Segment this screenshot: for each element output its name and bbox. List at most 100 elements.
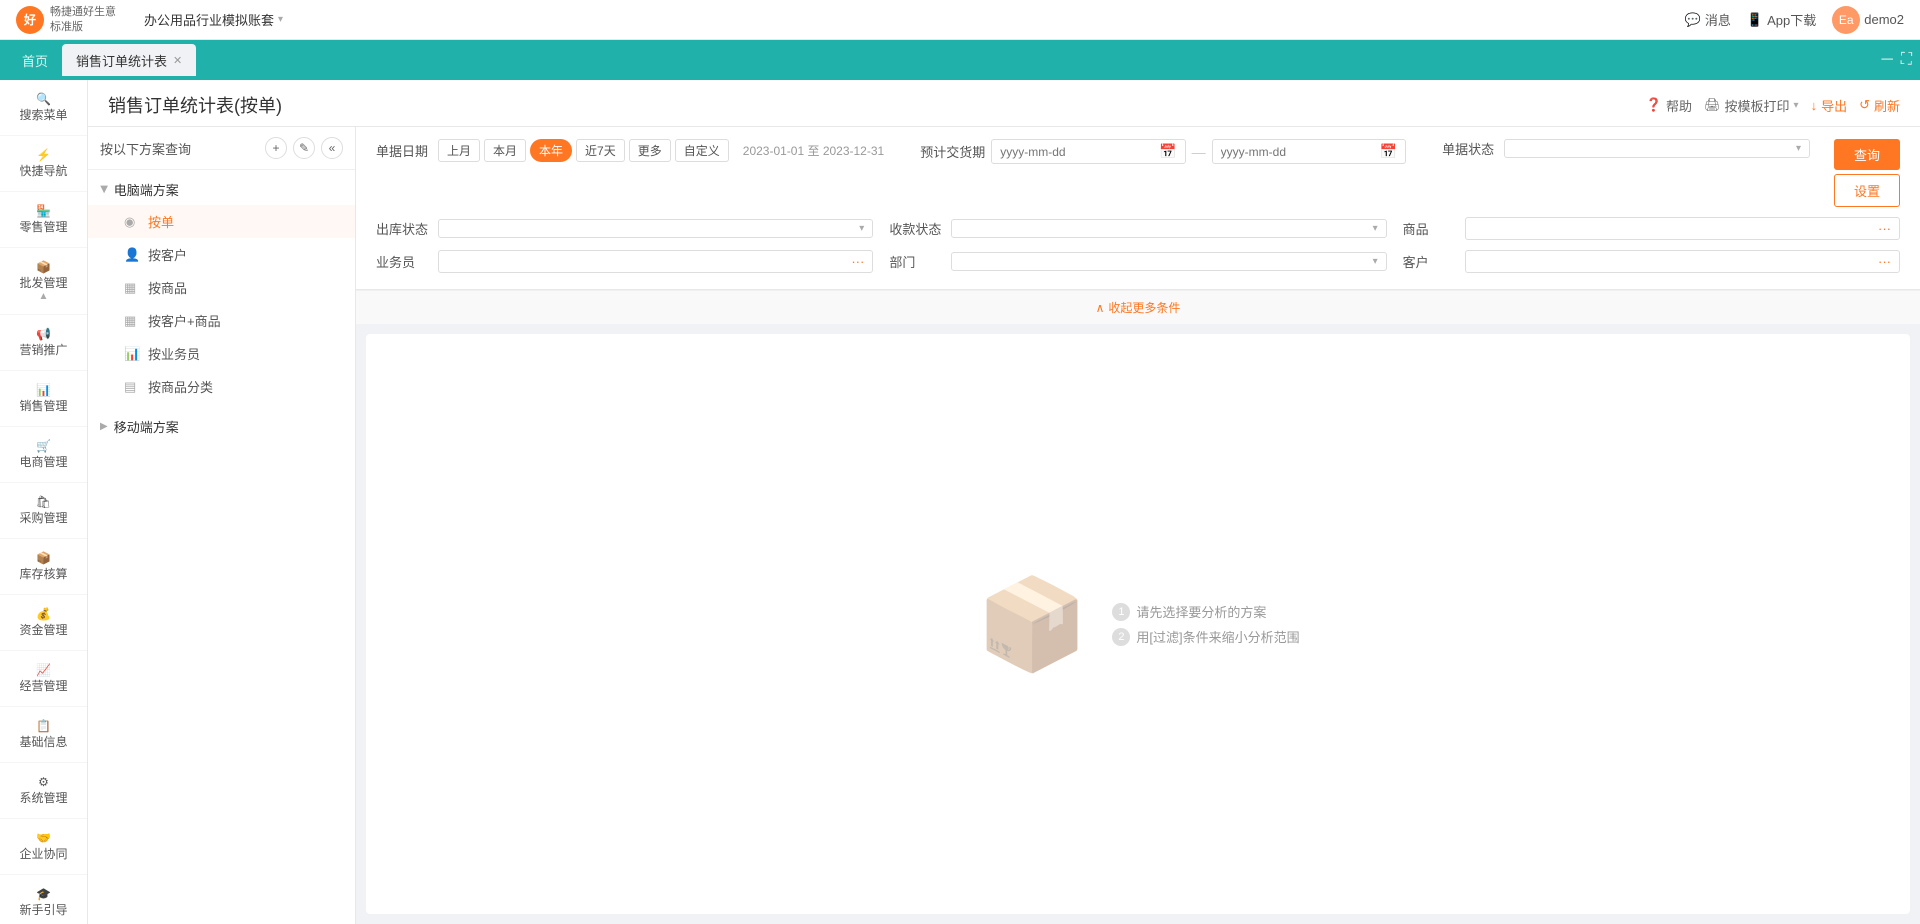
- empty-tip-2: 2 用[过滤]条件来缩小分析范围: [1112, 627, 1299, 646]
- sidebar-item-operations[interactable]: 📈 经营管理: [0, 651, 87, 707]
- goods-label: 商品: [1403, 219, 1459, 238]
- wholesale-arrow-icon: ▲: [4, 291, 83, 302]
- scheme-item-bycategory-icon: ▤: [124, 379, 140, 395]
- scheme-item-by-customer-goods[interactable]: ▦ 按客户+商品: [88, 304, 355, 337]
- app-download-action[interactable]: 📱 App下载: [1747, 10, 1816, 29]
- message-action[interactable]: 💬 消息: [1685, 10, 1731, 29]
- customer-select[interactable]: ···: [1465, 250, 1900, 273]
- help-action[interactable]: ❓ 帮助: [1646, 96, 1692, 115]
- tab-close-icon[interactable]: ✕: [173, 54, 182, 67]
- delivery-date-to-wrapper[interactable]: 📅: [1212, 139, 1406, 164]
- setting-button[interactable]: 设置: [1834, 174, 1900, 207]
- sidebar-item-marketing[interactable]: 📢 营销推广: [0, 315, 87, 371]
- sidebar-item-collab[interactable]: 🤝 企业协同: [0, 819, 87, 875]
- logo-text: 畅捷通好生意 标准版: [50, 5, 116, 34]
- date-btn-7days[interactable]: 近7天: [576, 139, 625, 162]
- export-action[interactable]: ↓ 导出: [1811, 96, 1848, 115]
- scheme-item-by-order[interactable]: ◉ 按单: [88, 205, 355, 238]
- filter-area: 单据日期 上月 本月 本年 近7天 更多 自定义 2023-01-01 至 20…: [356, 127, 1920, 290]
- tab-sales-order[interactable]: 销售订单统计表 ✕: [62, 44, 196, 76]
- date-divider: —: [1192, 144, 1206, 160]
- sidebar-item-ecommerce[interactable]: 🛒 电商管理: [0, 427, 87, 483]
- collapse-bar[interactable]: ∧ 收起更多条件: [356, 290, 1920, 324]
- sidebar-item-system[interactable]: ⚙ 系统管理: [0, 763, 87, 819]
- tab-minimize-icon[interactable]: ─: [1881, 51, 1892, 69]
- delivery-date-from-input[interactable]: [1000, 145, 1155, 159]
- query-button[interactable]: 查询: [1834, 139, 1900, 170]
- scheme-item-by-category[interactable]: ▤ 按商品分类: [88, 370, 355, 403]
- date-btn-more[interactable]: 更多: [629, 139, 671, 162]
- sidebar-item-search[interactable]: 🔍 搜索菜单: [0, 80, 87, 136]
- guide-icon: 🎓: [4, 887, 83, 901]
- delivery-status-select[interactable]: ▾: [438, 219, 873, 238]
- scheme-collapse-button[interactable]: «: [321, 137, 343, 159]
- salesman-select[interactable]: ···: [438, 250, 873, 273]
- date-btn-thisyear[interactable]: 本年: [530, 139, 572, 162]
- goods-select[interactable]: ···: [1465, 217, 1900, 240]
- section-expand-icon: ▶: [98, 186, 109, 194]
- sales-icon: 📊: [4, 383, 83, 397]
- scheme-section-mobile-header[interactable]: ▶ 移动端方案: [88, 411, 355, 442]
- delivery-date-from-calendar-icon[interactable]: 📅: [1159, 143, 1176, 160]
- logo-area: 好 畅捷通好生意 标准版: [16, 5, 116, 34]
- tip-num-2: 2: [1112, 628, 1130, 646]
- delivery-date-to-calendar-icon[interactable]: 📅: [1380, 143, 1397, 160]
- delivery-date-from-wrapper[interactable]: 📅: [991, 139, 1185, 164]
- sidebar-item-finance[interactable]: 💰 资金管理: [0, 595, 87, 651]
- ecommerce-icon: 🛒: [4, 439, 83, 453]
- scheme-edit-button[interactable]: ✎: [293, 137, 315, 159]
- basic-icon: 📋: [4, 719, 83, 733]
- sidebar-item-inventory[interactable]: 📦 库存核算: [0, 539, 87, 595]
- print-icon: 🖨: [1704, 97, 1721, 113]
- customer-more-icon[interactable]: ···: [1878, 254, 1891, 269]
- tab-bar-actions: ─ ⛶: [1881, 51, 1912, 69]
- sidebar-item-purchase[interactable]: 🛍 采购管理: [0, 483, 87, 539]
- scheme-item-by-goods[interactable]: ▦ 按商品: [88, 271, 355, 304]
- top-bar: 好 畅捷通好生意 标准版 办公用品行业模拟账套 ▾ 💬 消息 📱 App下载 E…: [0, 0, 1920, 40]
- scheme-section-desktop: ▶ 电脑端方案 ◉ 按单 👤 按客户 ▦ 按商品: [88, 170, 355, 407]
- bill-status-chevron-icon: ▾: [1796, 143, 1801, 154]
- tab-home[interactable]: 首页: [8, 44, 62, 76]
- bill-status-select[interactable]: ▾: [1504, 139, 1810, 158]
- user-action[interactable]: Ea demo2: [1832, 6, 1904, 34]
- scheme-item-by-customer[interactable]: 👤 按客户: [88, 238, 355, 271]
- sidebar-item-guide[interactable]: 🎓 新手引导: [0, 875, 87, 924]
- scheme-section-mobile: ▶ 移动端方案: [88, 407, 355, 446]
- workspace-selector[interactable]: 办公用品行业模拟账套 ▾: [144, 10, 283, 29]
- scheme-item-bycustomergoods-icon: ▦: [124, 313, 140, 329]
- scheme-panel-actions: + ✎ «: [265, 137, 343, 159]
- sidebar-item-wholesale[interactable]: 📦 批发管理 ▲: [0, 248, 87, 315]
- refresh-action[interactable]: ↺ 刷新: [1859, 96, 1900, 115]
- scheme-add-button[interactable]: +: [265, 137, 287, 159]
- inventory-icon: 📦: [4, 551, 83, 565]
- page-title-row: 销售订单统计表(按单) ❓ 帮助 🖨 按模板打印 ▾ ↓ 导出: [108, 92, 1900, 118]
- payment-status-select[interactable]: ▾: [951, 219, 1386, 238]
- date-btn-lastmonth[interactable]: 上月: [438, 139, 480, 162]
- salesman-more-icon[interactable]: ···: [851, 254, 864, 269]
- goods-more-icon[interactable]: ···: [1878, 221, 1891, 236]
- sidebar-item-quicknav[interactable]: ⚡ 快捷导航: [0, 136, 87, 192]
- system-icon: ⚙: [4, 775, 83, 789]
- scheme-section-desktop-header[interactable]: ▶ 电脑端方案: [88, 174, 355, 205]
- delivery-status-chevron-icon: ▾: [859, 223, 864, 234]
- date-btn-custom[interactable]: 自定义: [675, 139, 729, 162]
- delivery-date-to-input[interactable]: [1221, 145, 1376, 159]
- wholesale-icon: 📦: [4, 260, 83, 274]
- sidebar-item-sales[interactable]: 📊 销售管理: [0, 371, 87, 427]
- scheme-item-by-salesman[interactable]: 📊 按业务员: [88, 337, 355, 370]
- print-action[interactable]: 🖨 按模板打印 ▾: [1704, 96, 1799, 115]
- department-select[interactable]: ▾: [951, 252, 1386, 271]
- tab-bar: 首页 销售订单统计表 ✕ ─ ⛶: [0, 40, 1920, 80]
- main-layout: 🔍 搜索菜单 ⚡ 快捷导航 🏪 零售管理 📦 批发管理 ▲ 📢 营销推广 📊 销…: [0, 80, 1920, 924]
- sidebar-item-basic[interactable]: 📋 基础信息: [0, 707, 87, 763]
- date-btn-thismonth[interactable]: 本月: [484, 139, 526, 162]
- retail-icon: 🏪: [4, 204, 83, 218]
- salesman-label: 业务员: [376, 252, 432, 271]
- mobile-section-expand-icon: ▶: [100, 421, 108, 432]
- sidebar-item-retail[interactable]: 🏪 零售管理: [0, 192, 87, 248]
- tab-maximize-icon[interactable]: ⛶: [1901, 51, 1912, 69]
- export-icon: ↓: [1811, 98, 1818, 113]
- department-chevron-icon: ▾: [1373, 256, 1378, 267]
- scheme-item-bygoods-icon: ▦: [124, 280, 140, 296]
- scheme-item-bycustomer-icon: 👤: [124, 247, 140, 263]
